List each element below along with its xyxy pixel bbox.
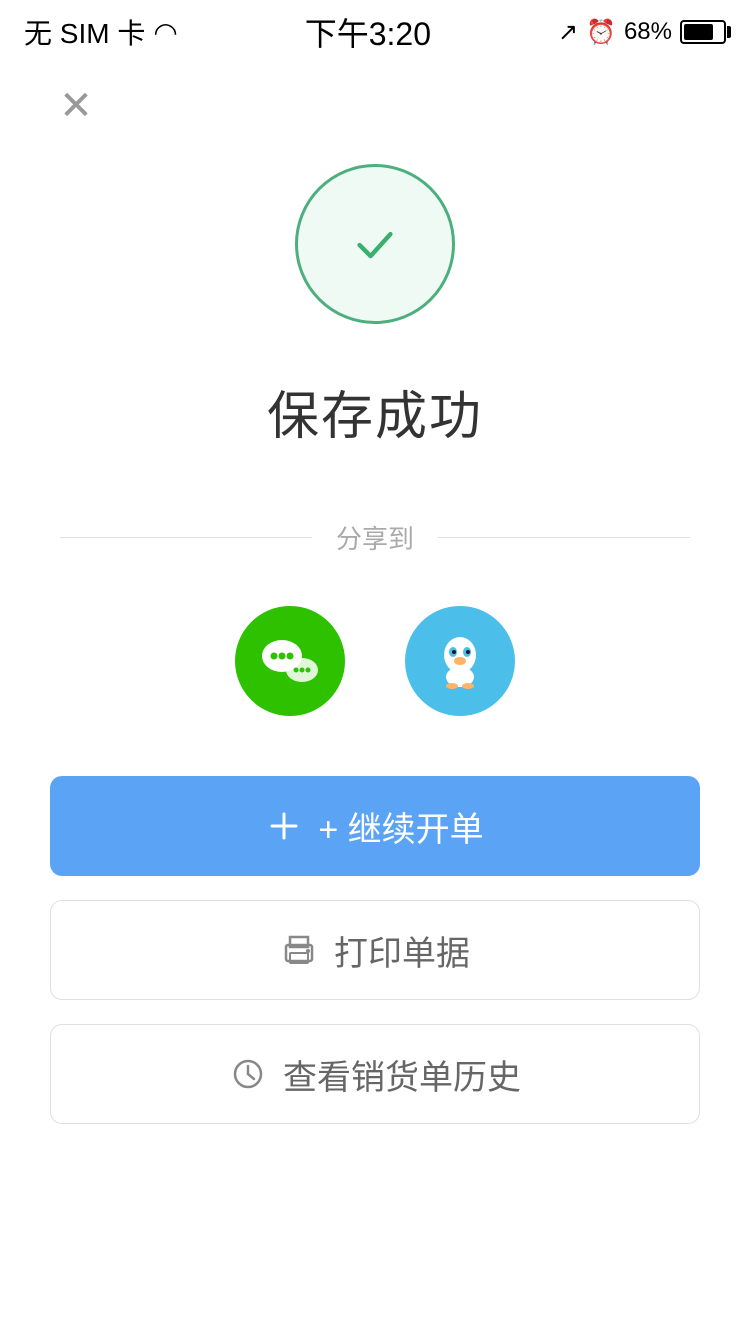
close-button[interactable]: ✕ xyxy=(50,80,102,132)
alarm-icon: ⏰ xyxy=(586,18,616,47)
continue-button[interactable]: + 继续开单 xyxy=(50,776,700,876)
close-icon: ✕ xyxy=(59,86,93,126)
share-label: 分享到 xyxy=(312,519,438,556)
print-button[interactable]: 打印单据 xyxy=(50,900,700,1000)
continue-label: + 继续开单 xyxy=(318,802,483,851)
status-bar: 无 SIM 卡 ◠ 下午3:20 ↗ ⏰ 68% xyxy=(0,0,750,64)
wechat-button[interactable] xyxy=(235,606,345,716)
divider-left xyxy=(60,537,312,538)
time-display: 下午3:20 xyxy=(305,9,431,55)
share-divider-row: 分享到 xyxy=(0,519,750,556)
success-title: 保存成功 xyxy=(267,374,483,449)
status-left: 无 SIM 卡 ◠ xyxy=(24,12,178,52)
share-icons xyxy=(235,606,515,716)
history-icon xyxy=(229,1055,267,1093)
buttons-section: + 继续开单 打印单据 查看销货单历史 xyxy=(0,776,750,1124)
qq-icon-svg xyxy=(428,629,492,693)
main-content: 保存成功 分享到 xyxy=(0,64,750,1124)
battery-percent: 68% xyxy=(624,18,672,46)
print-icon xyxy=(280,931,318,969)
wifi-icon: ◠ xyxy=(153,16,177,49)
history-label: 查看销货单历史 xyxy=(283,1050,521,1099)
status-right: ↗ ⏰ 68% xyxy=(558,18,726,47)
divider-right xyxy=(438,537,690,538)
sim-text: 无 SIM 卡 xyxy=(24,12,145,52)
location-icon: ↗ xyxy=(558,18,578,47)
wechat-icon-svg xyxy=(258,634,322,688)
print-label: 打印单据 xyxy=(334,926,470,975)
success-circle xyxy=(295,164,455,324)
share-section: 分享到 xyxy=(0,519,750,716)
plus-icon xyxy=(266,808,302,844)
history-button[interactable]: 查看销货单历史 xyxy=(50,1024,700,1124)
battery-icon xyxy=(680,20,726,44)
qq-button[interactable] xyxy=(405,606,515,716)
checkmark-icon xyxy=(353,222,397,266)
